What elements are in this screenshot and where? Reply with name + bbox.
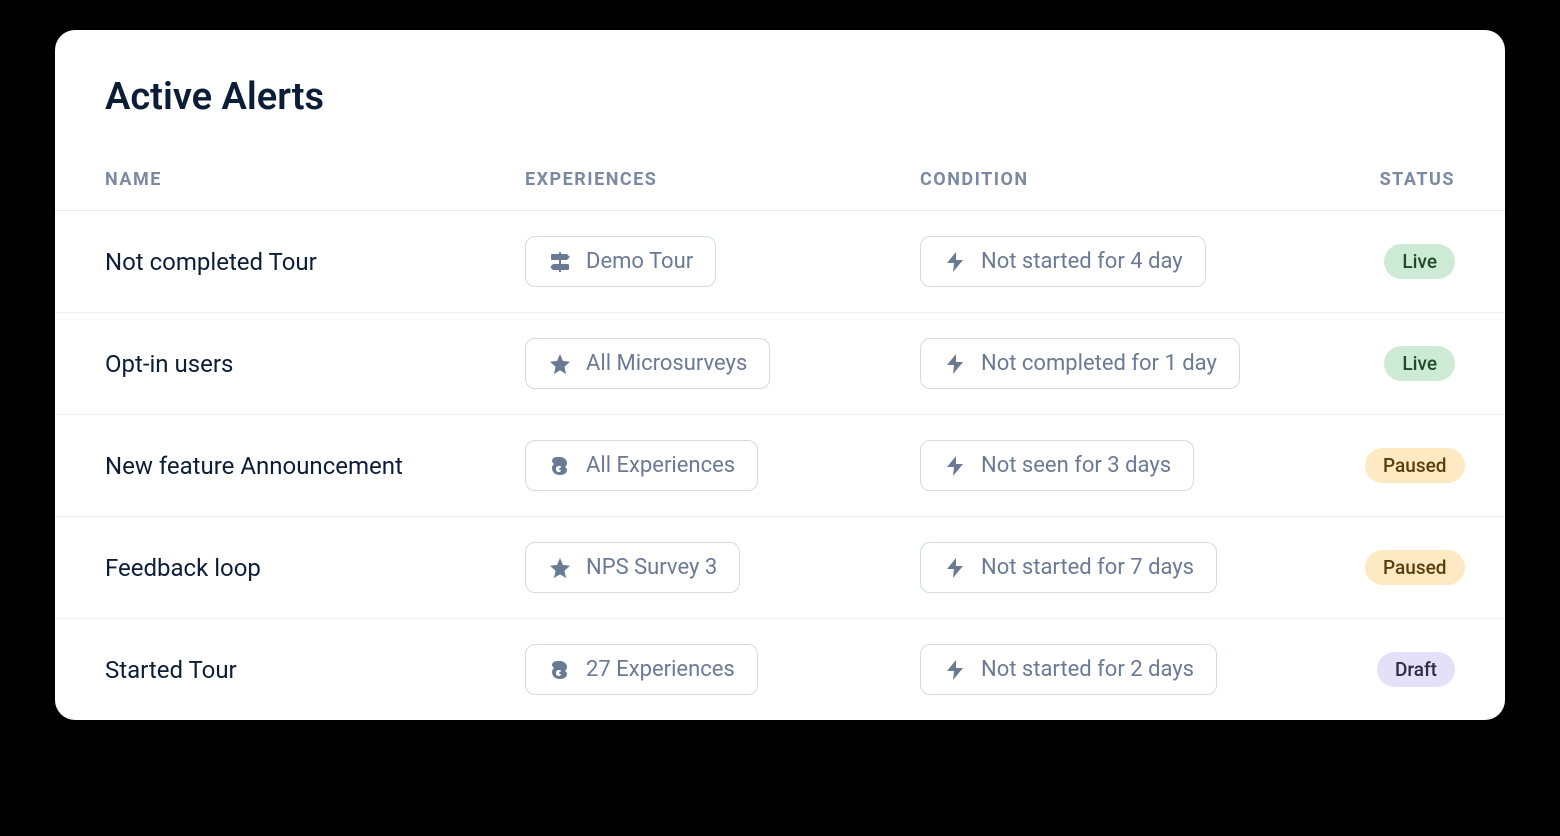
status-badge: Live xyxy=(1384,346,1455,381)
star-icon xyxy=(548,352,572,376)
experience-chip[interactable]: All Experiences xyxy=(525,440,758,491)
alert-name: Started Tour xyxy=(105,656,237,684)
alert-name: Not completed Tour xyxy=(105,248,317,276)
status-badge: Live xyxy=(1384,244,1455,279)
table-row[interactable]: Feedback loop NPS Survey 3 Not started for… xyxy=(55,517,1505,619)
alert-name: Feedback loop xyxy=(105,554,261,582)
table-row[interactable]: New feature Announcement All Experiences N… xyxy=(55,415,1505,517)
column-header-name: NAME xyxy=(105,169,525,190)
experience-chip[interactable]: Demo Tour xyxy=(525,236,716,287)
status-badge: Paused xyxy=(1365,550,1465,585)
condition-chip[interactable]: Not started for 4 day xyxy=(920,236,1206,287)
table-row[interactable]: Opt-in users All Microsurveys Not complete… xyxy=(55,313,1505,415)
experience-label: NPS Survey 3 xyxy=(586,555,717,580)
experience-label: Demo Tour xyxy=(586,249,693,274)
bolt-icon xyxy=(943,352,967,376)
bolt-icon xyxy=(943,658,967,682)
status-badge: Paused xyxy=(1365,448,1465,483)
column-header-condition: CONDITION xyxy=(920,169,1365,190)
bolt-icon xyxy=(943,250,967,274)
condition-chip[interactable]: Not seen for 3 days xyxy=(920,440,1194,491)
condition-chip[interactable]: Not started for 7 days xyxy=(920,542,1217,593)
table-header-row: NAME EXPERIENCES CONDITION STATUS xyxy=(55,129,1505,211)
condition-label: Not started for 7 days xyxy=(981,555,1194,580)
condition-label: Not started for 4 day xyxy=(981,249,1183,274)
table-row[interactable]: Not completed Tour Demo Tour Not started f… xyxy=(55,211,1505,313)
condition-label: Not seen for 3 days xyxy=(981,453,1171,478)
experience-label: All Microsurveys xyxy=(586,351,747,376)
experience-label: All Experiences xyxy=(586,453,735,478)
column-header-status: STATUS xyxy=(1365,169,1455,190)
experience-chip[interactable]: All Microsurveys xyxy=(525,338,770,389)
condition-label: Not completed for 1 day xyxy=(981,351,1217,376)
alert-name: Opt-in users xyxy=(105,350,233,378)
page-title: Active Alerts xyxy=(55,75,1505,129)
table-body: Not completed Tour Demo Tour Not started f… xyxy=(55,211,1505,720)
bolt-icon xyxy=(943,556,967,580)
status-badge: Draft xyxy=(1377,652,1455,687)
table-row[interactable]: Started Tour 27 Experiences Not started fo… xyxy=(55,619,1505,720)
chameleon-icon xyxy=(548,658,572,682)
chameleon-icon xyxy=(548,454,572,478)
experience-chip[interactable]: NPS Survey 3 xyxy=(525,542,740,593)
condition-label: Not started for 2 days xyxy=(981,657,1194,682)
condition-chip[interactable]: Not started for 2 days xyxy=(920,644,1217,695)
bolt-icon xyxy=(943,454,967,478)
condition-chip[interactable]: Not completed for 1 day xyxy=(920,338,1240,389)
signpost-icon xyxy=(548,250,572,274)
column-header-experiences: EXPERIENCES xyxy=(525,169,920,190)
active-alerts-card: Active Alerts NAME EXPERIENCES CONDITION… xyxy=(55,30,1505,720)
experience-chip[interactable]: 27 Experiences xyxy=(525,644,758,695)
alert-name: New feature Announcement xyxy=(105,452,403,480)
star-icon xyxy=(548,556,572,580)
experience-label: 27 Experiences xyxy=(586,657,735,682)
